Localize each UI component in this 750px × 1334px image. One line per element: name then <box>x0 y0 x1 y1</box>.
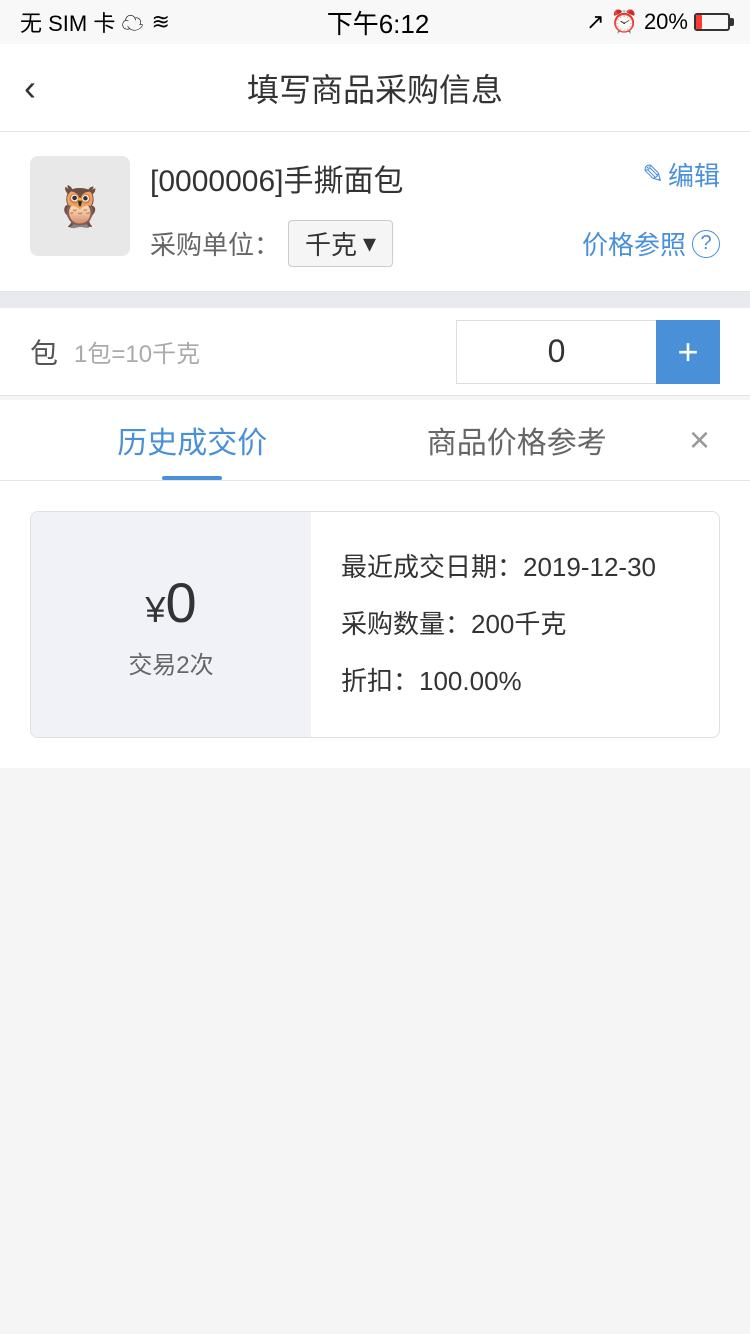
battery-icon <box>694 13 730 31</box>
product-name: [0000006]手撕面包 <box>150 156 403 200</box>
edit-label: 编辑 <box>668 156 720 193</box>
tab-product-price-ref-label: 商品价格参考 <box>427 418 607 462</box>
battery-fill <box>696 15 702 29</box>
unit-value: 千克 <box>305 225 357 262</box>
help-icon: ? <box>692 230 720 258</box>
quantity-unit: 包 1包=10千克 <box>30 332 200 372</box>
sim-label: 无 SIM 卡 ☁ <box>20 6 143 38</box>
product-section: 🦉 [0000006]手撕面包 ✎ 编辑 采购单位： 千克 ▾ 价格参照 ? <box>0 132 750 292</box>
recent-date-row: 最近成交日期：2019-12-30 <box>341 548 689 587</box>
recent-date-label: 最近成交日期： <box>341 552 523 582</box>
quantity-control: + <box>456 320 720 384</box>
tabs-section: 历史成交价 商品价格参考 × ¥0 交易2次 最近成交日期：2019-12-30… <box>0 400 750 768</box>
dropdown-icon: ▾ <box>363 228 376 259</box>
quantity-input[interactable] <box>456 320 656 384</box>
wifi-icon: ≋ <box>151 9 169 35</box>
status-left: 无 SIM 卡 ☁ ≋ <box>20 6 170 38</box>
quantity-plus-button[interactable]: + <box>656 320 720 384</box>
discount-row: 折扣：100.00% <box>341 662 689 701</box>
edit-icon: ✎ <box>642 159 664 190</box>
unit-label-text: 采购单位： <box>150 225 280 262</box>
product-info: [0000006]手撕面包 ✎ 编辑 采购单位： 千克 ▾ 价格参照 ? <box>150 156 720 267</box>
unit-select[interactable]: 千克 ▾ <box>288 220 393 267</box>
location-icon: ↗ <box>586 9 604 35</box>
status-time: 下午6:12 <box>327 4 430 41</box>
product-image: 🦉 <box>30 156 130 256</box>
tab-product-price-ref[interactable]: 商品价格参考 <box>354 400 678 480</box>
discount-value: 100.00% <box>419 666 522 696</box>
price-card: ¥0 交易2次 最近成交日期：2019-12-30 采购数量：200千克 折扣：… <box>30 511 720 738</box>
purchase-quantity-row: 采购数量：200千克 <box>341 605 689 644</box>
nav-bar: ‹ 填写商品采购信息 <box>0 44 750 132</box>
status-bar: 无 SIM 卡 ☁ ≋ 下午6:12 ↗ ⏰ 20% <box>0 0 750 44</box>
price-ref-label: 价格参照 <box>582 225 686 262</box>
back-button[interactable]: ‹ <box>24 67 36 109</box>
tab-content: ¥0 交易2次 最近成交日期：2019-12-30 采购数量：200千克 折扣：… <box>0 481 750 768</box>
tabs-header: 历史成交价 商品价格参考 × <box>0 400 750 481</box>
product-unit-row: 采购单位： 千克 ▾ 价格参照 ? <box>150 220 720 267</box>
price-amount: ¥0 <box>145 570 196 635</box>
edit-button[interactable]: ✎ 编辑 <box>642 156 720 193</box>
unit-character: 包 <box>30 332 58 372</box>
section-divider <box>0 292 750 308</box>
discount-label: 折扣： <box>341 666 419 696</box>
recent-date-value: 2019-12-30 <box>523 552 656 582</box>
amount-value: 0 <box>165 571 196 634</box>
currency-symbol: ¥ <box>145 589 165 630</box>
price-card-right: 最近成交日期：2019-12-30 采购数量：200千克 折扣：100.00% <box>311 512 719 737</box>
quantity-row: 包 1包=10千克 + <box>0 308 750 396</box>
purchase-quantity-label: 采购数量： <box>341 609 471 639</box>
alarm-icon: ⏰ <box>611 9 638 35</box>
price-card-left: ¥0 交易2次 <box>31 512 311 737</box>
price-ref-button[interactable]: 价格参照 ? <box>582 225 720 262</box>
product-header: [0000006]手撕面包 ✎ 编辑 <box>150 156 720 200</box>
price-trades: 交易2次 <box>128 645 213 680</box>
tabs-close-button[interactable]: × <box>679 409 720 471</box>
purchase-quantity-value: 200千克 <box>471 609 566 639</box>
status-right: ↗ ⏰ 20% <box>586 9 730 35</box>
page-title: 填写商品采购信息 <box>247 65 503 111</box>
battery-percent: 20% <box>644 9 688 35</box>
quantity-hint: 1包=10千克 <box>74 334 200 369</box>
product-thumbnail-icon: 🦉 <box>55 183 105 230</box>
tab-history-price-label: 历史成交价 <box>117 418 267 462</box>
tab-history-price[interactable]: 历史成交价 <box>30 400 354 480</box>
unit-label: 采购单位： 千克 ▾ <box>150 220 393 267</box>
